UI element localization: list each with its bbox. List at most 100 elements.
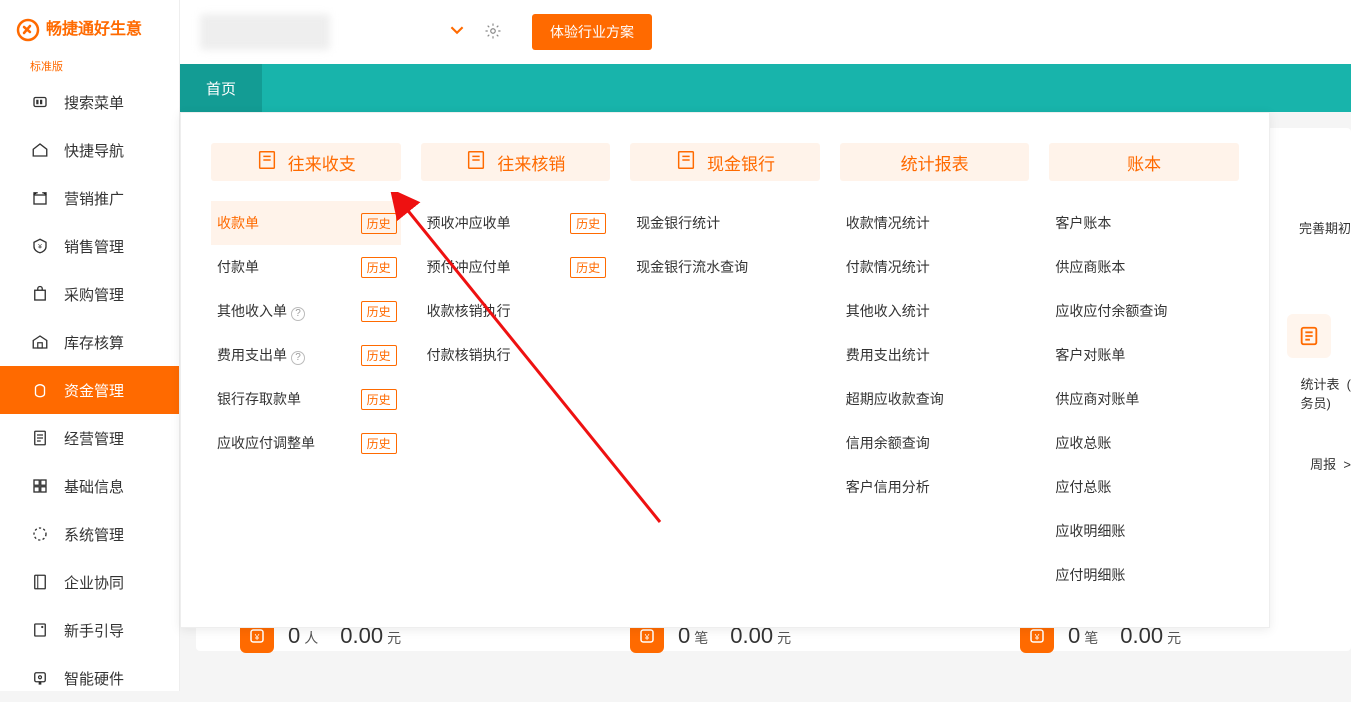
history-tag[interactable]: 历史: [570, 213, 606, 234]
mega-header-text: 统计报表: [901, 150, 969, 175]
hardware-icon: [30, 668, 50, 688]
mega-menu-item[interactable]: 其他收入单?历史: [211, 289, 401, 333]
brand-logo-icon: [16, 18, 40, 42]
sidebar-label: 企业协同: [64, 572, 124, 593]
history-tag[interactable]: 历史: [361, 301, 397, 322]
mega-header-text: 往来收支: [288, 150, 356, 175]
cta-button[interactable]: 体验行业方案: [532, 14, 652, 50]
sidebar-item-quicknav[interactable]: 快捷导航: [0, 126, 179, 174]
mega-menu-item[interactable]: 应收明细账: [1049, 509, 1239, 553]
history-tag[interactable]: 历史: [361, 433, 397, 454]
inventory-icon: [30, 332, 50, 352]
mega-item-label: 应收明细账: [1049, 523, 1125, 539]
mega-column-header: 统计报表: [840, 143, 1030, 181]
sidebar-label: 销售管理: [64, 236, 124, 257]
mega-column-header: 往来核销: [421, 143, 611, 181]
hint-stat[interactable]: 统计表 ( 务员): [1300, 374, 1351, 412]
mega-menu-item[interactable]: 应收应付余额查询: [1049, 289, 1239, 333]
sidebar-item-inventory[interactable]: 库存核算: [0, 318, 179, 366]
sidebar-label: 库存核算: [64, 332, 124, 353]
mega-item-label: 应收应付余额查询: [1049, 303, 1167, 319]
mega-menu-item[interactable]: 付款单历史: [211, 245, 401, 289]
history-tag[interactable]: 历史: [361, 257, 397, 278]
mega-menu-item[interactable]: 付款核销执行: [421, 333, 611, 377]
mega-column-header: 现金银行: [630, 143, 820, 181]
mega-menu-item[interactable]: 客户信用分析: [840, 465, 1030, 509]
sidebar-item-marketing[interactable]: 营销推广: [0, 174, 179, 222]
mega-menu-item[interactable]: 收款核销执行: [421, 289, 611, 333]
mega-menu-item[interactable]: 现金银行统计: [630, 201, 820, 245]
summary-3-amount-unit: 元: [1167, 628, 1181, 648]
gear-icon[interactable]: [484, 22, 502, 43]
mega-item-label: 费用支出统计: [840, 347, 930, 363]
mega-menu-item[interactable]: 费用支出单?历史: [211, 333, 401, 377]
right-float-icon[interactable]: [1287, 314, 1331, 358]
mega-item-label: 付款核销执行: [421, 347, 511, 363]
history-tag[interactable]: 历史: [361, 213, 397, 234]
mega-menu-item[interactable]: 供应商对账单: [1049, 377, 1239, 421]
mega-menu-flyout: 往来收支收款单历史付款单历史其他收入单?历史费用支出单?历史银行存取款单历史应收…: [180, 112, 1270, 628]
summary-1-count-unit: 人: [304, 628, 318, 648]
sidebar-item-guide[interactable]: 新手引导: [0, 606, 179, 654]
history-tag[interactable]: 历史: [361, 345, 397, 366]
summary-2-count-unit: 笔: [694, 628, 708, 648]
mega-menu-item[interactable]: 供应商账本: [1049, 245, 1239, 289]
sidebar: 畅捷通好生意 标准版 搜索菜单快捷导航营销推广¥销售管理采购管理库存核算资金管理…: [0, 0, 180, 691]
history-tag[interactable]: 历史: [570, 257, 606, 278]
mega-menu-item[interactable]: 收款情况统计: [840, 201, 1030, 245]
sidebar-item-search[interactable]: 搜索菜单: [0, 78, 179, 126]
logo[interactable]: 畅捷通好生意: [0, 0, 179, 56]
mega-menu-item[interactable]: 客户账本: [1049, 201, 1239, 245]
sidebar-label: 采购管理: [64, 284, 124, 305]
mega-item-label: 付款情况统计: [840, 259, 930, 275]
history-tag[interactable]: 历史: [361, 389, 397, 410]
help-icon[interactable]: ?: [291, 351, 305, 365]
summary-2-amount-unit: 元: [777, 628, 791, 648]
mega-item-label: 供应商对账单: [1049, 391, 1139, 407]
mega-menu-item[interactable]: 应收应付调整单历史: [211, 421, 401, 465]
mega-item-label: 客户账本: [1049, 215, 1111, 231]
sidebar-item-hardware[interactable]: 智能硬件: [0, 654, 179, 702]
mega-menu-item[interactable]: 应付明细账: [1049, 553, 1239, 597]
mega-item-label: 超期应收款查询: [840, 391, 944, 407]
tab-home[interactable]: 首页: [180, 64, 262, 112]
mega-column: 往来收支收款单历史付款单历史其他收入单?历史费用支出单?历史银行存取款单历史应收…: [211, 143, 421, 597]
help-icon[interactable]: ?: [291, 307, 305, 321]
mega-menu-item[interactable]: 收款单历史: [211, 201, 401, 245]
mega-menu-item[interactable]: 现金银行流水查询: [630, 245, 820, 289]
mega-menu-item[interactable]: 信用余额查询: [840, 421, 1030, 465]
sidebar-item-operation[interactable]: 经营管理: [0, 414, 179, 462]
mega-menu-item[interactable]: 预付冲应付单历史: [421, 245, 611, 289]
svg-text:¥: ¥: [38, 243, 42, 250]
mega-menu-item[interactable]: 超期应收款查询: [840, 377, 1030, 421]
mega-menu-item[interactable]: 客户对账单: [1049, 333, 1239, 377]
sidebar-label: 智能硬件: [64, 668, 124, 689]
mega-header-text: 往来核销: [497, 150, 565, 175]
mega-menu-item[interactable]: 应付总账: [1049, 465, 1239, 509]
sidebar-item-sales[interactable]: ¥ 销售管理: [0, 222, 179, 270]
mega-menu-item[interactable]: 银行存取款单历史: [211, 377, 401, 421]
mega-menu-item[interactable]: 其他收入统计: [840, 289, 1030, 333]
mega-menu-item[interactable]: 付款情况统计: [840, 245, 1030, 289]
sidebar-item-funds[interactable]: 资金管理: [0, 366, 179, 414]
sidebar-label: 基础信息: [64, 476, 124, 497]
sidebar-item-enterprise[interactable]: 企业协同: [0, 558, 179, 606]
sidebar-label: 搜索菜单: [64, 92, 124, 113]
mega-column: 往来核销预收冲应收单历史预付冲应付单历史收款核销执行付款核销执行: [421, 143, 631, 597]
mega-header-text: 账本: [1127, 150, 1161, 175]
summary-3-count-unit: 笔: [1084, 628, 1098, 648]
sidebar-item-basic[interactable]: 基础信息: [0, 462, 179, 510]
hint-complete-initial[interactable]: 完善期初: [1299, 218, 1351, 237]
sidebar-label: 经营管理: [64, 428, 124, 449]
mega-menu-item[interactable]: 应收总账: [1049, 421, 1239, 465]
mega-item-label: 客户对账单: [1049, 347, 1125, 363]
hint-weekly[interactable]: 周报 >: [1310, 454, 1351, 473]
sidebar-item-system[interactable]: 系统管理: [0, 510, 179, 558]
account-dropdown-icon[interactable]: [450, 23, 464, 42]
mega-item-label: 应付总账: [1049, 479, 1111, 495]
sidebar-label: 营销推广: [64, 188, 124, 209]
mega-menu-item[interactable]: 费用支出统计: [840, 333, 1030, 377]
mega-item-label: 其他收入统计: [840, 303, 930, 319]
sidebar-item-purchase[interactable]: 采购管理: [0, 270, 179, 318]
mega-menu-item[interactable]: 预收冲应收单历史: [421, 201, 611, 245]
